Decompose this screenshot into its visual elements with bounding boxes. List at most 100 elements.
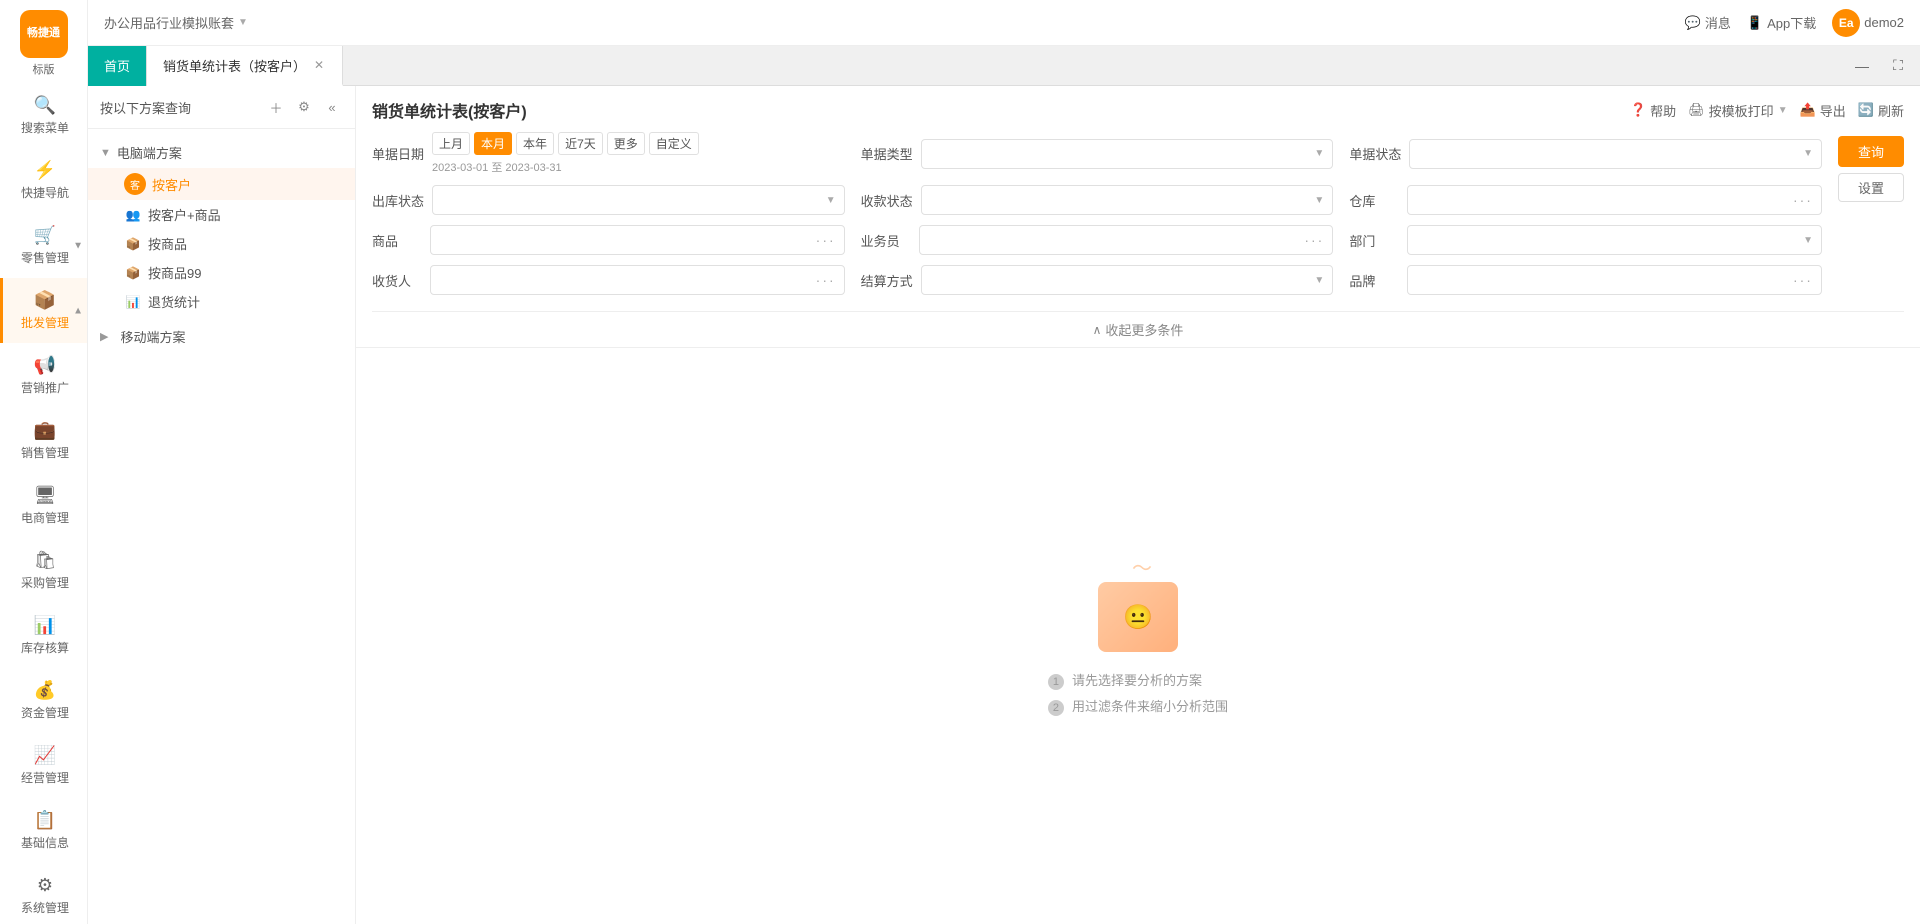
industry-dropdown[interactable]: 办公用品行业模拟账套 ▼ [104,13,248,32]
refresh-btn[interactable]: 🔄 刷新 [1858,101,1904,120]
date-quick-btns: 上月 本月 本年 近7天 更多 自定义 [432,132,845,155]
sidebar-item-purchase[interactable]: 🛍 采购管理 [0,538,87,603]
date-more-btn[interactable]: 更多 [607,132,645,155]
user-menu[interactable]: Ea demo2 [1832,9,1904,37]
tree-child-customer-label: 按客户 [152,175,191,194]
doc-status-dropdown[interactable]: ▼ [1409,139,1822,169]
sidebar-label-shortcut: 快捷导航 [21,184,69,201]
mobile-label: 移动端方案 [120,327,185,346]
setting-button[interactable]: 设置 [1838,173,1904,202]
chevron-up-icon: ∧ [1093,323,1102,337]
panel-collapse-btn[interactable]: « [321,96,343,118]
header-right-actions: ❓ 帮助 🖨 按模板打印 ▼ 📤 导出 🔄 [1630,101,1904,120]
sidebar-item-operation[interactable]: 📈 经营管理 [0,733,87,798]
date-custom-btn[interactable]: 自定义 [649,132,699,155]
tree-expand-icon: ▼ [100,147,111,159]
add-icon: ＋ [269,98,282,117]
tree-item-return-stat-label: 退货统计 [148,292,200,311]
sidebar-item-basic[interactable]: 📋 基础信息 [0,798,87,863]
filter-warehouse: 仓库 ··· [1349,185,1822,215]
sidebar-item-ecom[interactable]: 🖥 电商管理 [0,473,87,538]
chevron-left-icon: « [328,100,335,115]
tree-desktop-header[interactable]: ▼ 电脑端方案 [88,137,355,168]
tab-close-icon[interactable]: ✕ [312,56,326,74]
left-panel-title: 按以下方案查询 [100,98,191,117]
sidebar-label-purchase: 采购管理 [21,574,69,591]
tab-maximize-btn[interactable]: ⛶ [1884,52,1912,80]
doc-type-dropdown[interactable]: ▼ [921,139,1334,169]
empty-tips: 请先选择要分析的方案 用过滤条件来缩小分析范围 [1048,668,1228,720]
content-area: 按以下方案查询 ＋ ⚙ « ▼ 电脑端方案 [88,86,1920,924]
out-status-label: 出库状态 [372,191,424,210]
topbar: 办公用品行业模拟账套 ▼ 💬 消息 📱 App下载 Ea demo2 [88,0,1920,46]
template-print-btn[interactable]: 🖨 按模板打印 ▼ [1688,101,1787,120]
date-last-month-btn[interactable]: 上月 [432,132,470,155]
app-download-btn[interactable]: 📱 App下载 [1747,13,1816,32]
tree-item-by-goods99[interactable]: 📦 按商品99 [112,258,355,287]
shortcut-icon: ⚡ [34,160,56,181]
settlement-chevron-icon: ▼ [1314,275,1324,286]
sidebar-item-wholesale[interactable]: 📦 批发管理 ▲ [0,278,87,343]
brand-control[interactable]: ··· [1407,265,1822,295]
department-dropdown[interactable]: ▼ [1407,225,1822,255]
maximize-icon: ⛶ [1893,57,1903,74]
out-status-dropdown[interactable]: ▼ [432,185,845,215]
filter-brand: 品牌 ··· [1349,265,1822,295]
sidebar-item-retail[interactable]: 🛒 零售管理 ▼ [0,213,87,278]
warehouse-control[interactable]: ··· [1407,185,1822,215]
sidebar-item-finance[interactable]: 💰 资金管理 [0,668,87,733]
help-btn[interactable]: ❓ 帮助 [1630,101,1676,120]
export-label: 导出 [1820,101,1846,120]
sidebar-item-shortcut[interactable]: ⚡ 快捷导航 [0,148,87,213]
salesperson-label: 业务员 [861,231,911,250]
sidebar-item-search[interactable]: 🔍 搜索菜单 [0,83,87,148]
settlement-label: 结算方式 [861,271,913,290]
industry-chevron-icon: ▼ [238,17,248,28]
collapse-more-btn[interactable]: ∧ 收起更多条件 [372,311,1904,347]
scheme-settings-btn[interactable]: ⚙ [293,96,315,118]
doc-type-label: 单据类型 [861,144,913,163]
add-scheme-btn[interactable]: ＋ [265,96,287,118]
help-icon: ❓ [1630,102,1646,118]
doc-status-label: 单据状态 [1349,144,1401,163]
sidebar-item-marketing[interactable]: 📢 营销推广 [0,343,87,408]
topbar-right: 💬 消息 📱 App下载 Ea demo2 [1685,9,1904,37]
tree-mobile-header[interactable]: ▶ 移动端方案 [100,322,343,351]
left-panel-header: 按以下方案查询 ＋ ⚙ « [88,86,355,129]
main-area: 办公用品行业模拟账套 ▼ 💬 消息 📱 App下载 Ea demo2 首页 销货… [88,0,1920,924]
customer-goods-icon: 👥 [124,206,142,224]
warehouse-label: 仓库 [1349,191,1399,210]
username: demo2 [1864,15,1904,30]
box-icon: 😐 [1098,582,1178,652]
goods-dots-icon: ··· [816,232,836,248]
sidebar-label-wholesale: 批发管理 [21,314,69,331]
export-btn[interactable]: 📤 导出 [1800,101,1846,120]
tab-minimize-btn[interactable]: — [1848,52,1876,80]
sidebar-item-system[interactable]: ⚙ 系统管理 [0,863,87,924]
tree-item-return-stat[interactable]: 📊 退货统计 [112,287,355,316]
sales-icon: 💼 [34,420,56,441]
tab-home[interactable]: 首页 [88,46,147,86]
logo: 畅捷通 标版 [0,0,87,83]
date-this-month-btn[interactable]: 本月 [474,132,512,155]
message-label: 消息 [1705,13,1731,32]
date-this-year-btn[interactable]: 本年 [516,132,554,155]
goods-control[interactable]: ··· [430,225,845,255]
tree-item-by-goods[interactable]: 📦 按商品 [112,229,355,258]
salesperson-control[interactable]: ··· [919,225,1334,255]
message-btn[interactable]: 💬 消息 [1685,13,1731,32]
page-title: 销货单统计表(按客户) [372,98,527,122]
export-icon: 📤 [1800,102,1816,118]
sidebar-item-inventory[interactable]: 📊 库存核算 [0,603,87,668]
receipt-status-dropdown[interactable]: ▼ [921,185,1334,215]
tab-sales-stat[interactable]: 销货单统计表（按客户） ✕ [147,46,343,86]
recipient-control[interactable]: ··· [430,265,845,295]
empty-tip-1: 请先选择要分析的方案 [1048,668,1228,694]
tree-child-by-customer[interactable]: 客 按客户 [88,168,355,200]
tree-item-customer-goods[interactable]: 👥 按客户+商品 [112,200,355,229]
sidebar-item-sales[interactable]: 💼 销售管理 [0,408,87,473]
goods-label: 商品 [372,231,422,250]
query-button[interactable]: 查询 [1838,136,1904,167]
settlement-dropdown[interactable]: ▼ [921,265,1334,295]
date-last7-btn[interactable]: 近7天 [558,132,603,155]
